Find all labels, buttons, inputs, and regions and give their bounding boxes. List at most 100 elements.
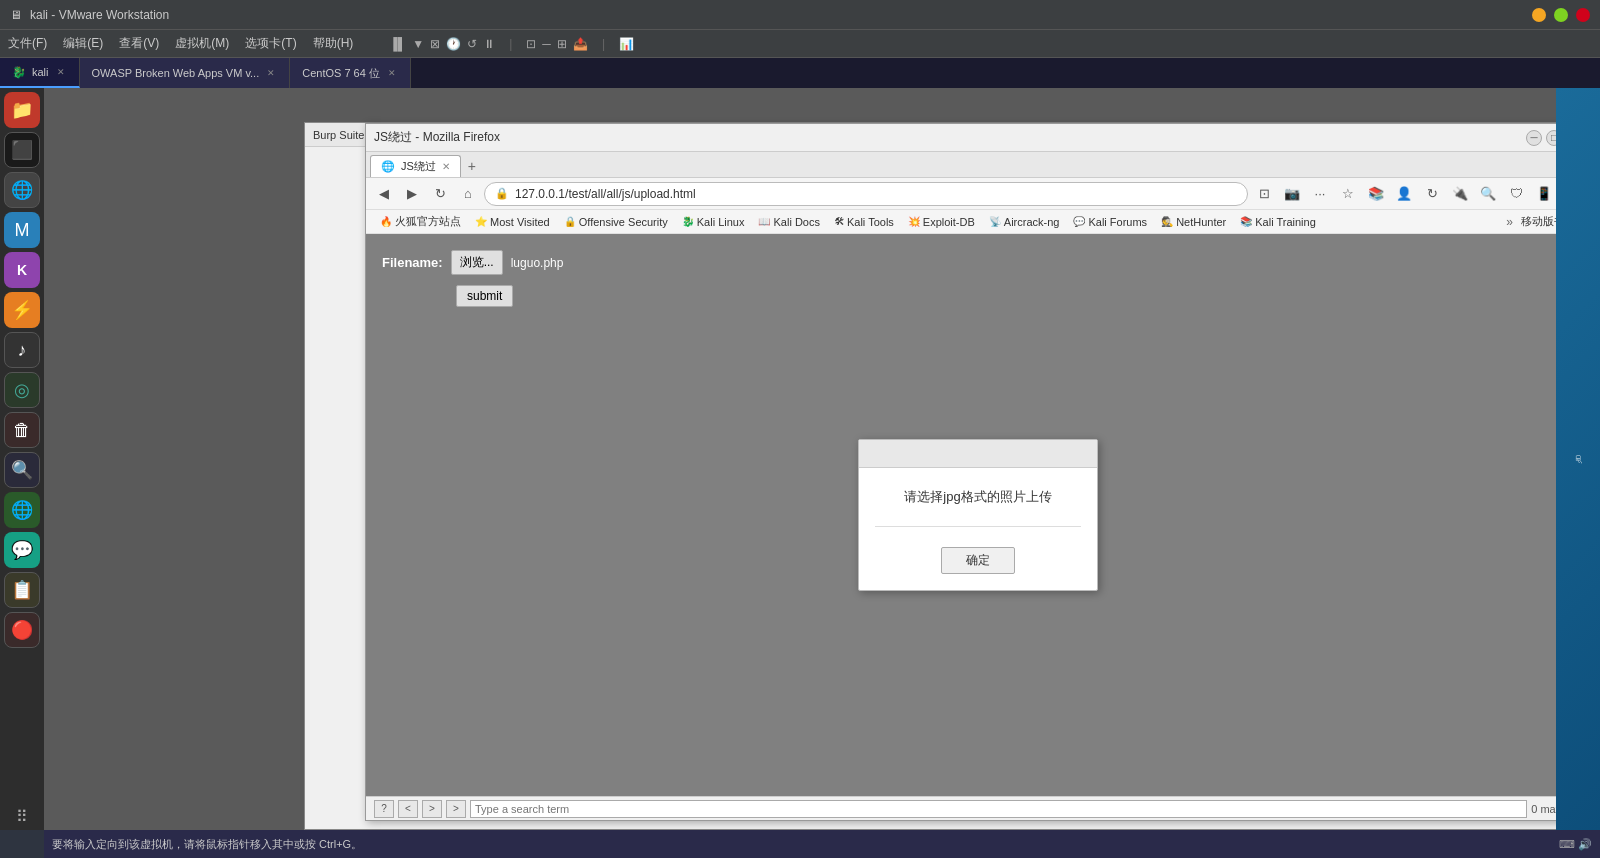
bookmark-training-icon: 📚 [1240, 216, 1252, 227]
toolbar-icon-9[interactable]: 📤 [573, 37, 588, 51]
toolbar-icon-7[interactable]: ─ [542, 37, 551, 51]
kali-tab-owasp[interactable]: OWASP Broken Web Apps VM v... ✕ [80, 58, 291, 88]
browse-button[interactable]: 浏览... [451, 250, 503, 275]
kali-tab-kali[interactable]: 🐉 kali ✕ [0, 58, 80, 88]
sidebar-files-icon[interactable]: 📁 [4, 92, 40, 128]
bookmark-firefox-home[interactable]: 🔥 火狐官方站点 [374, 212, 467, 231]
bookmark-forums-icon: 💬 [1073, 216, 1085, 227]
toolbar-icon-3[interactable]: 🕐 [446, 37, 461, 51]
bookmark-docs-icon: 📖 [758, 216, 770, 227]
vmware-maximize-button[interactable] [1554, 8, 1568, 22]
account-icon[interactable]: 👤 [1392, 182, 1416, 206]
vmware-menu-file[interactable]: 文件(F) [8, 35, 47, 52]
bookmark-kali-docs-label: Kali Docs [773, 216, 819, 228]
alert-dialog: 请选择jpg格式的照片上传 确定 [858, 439, 1098, 591]
sidebar-mail-icon[interactable]: M [4, 212, 40, 248]
search-next-button[interactable]: > [422, 800, 442, 818]
upload-page: Filename: 浏览... luguo.php submit [366, 234, 1590, 323]
kali-tab-owasp-close[interactable]: ✕ [265, 67, 277, 79]
sidebar-dots[interactable]: ⠿ [16, 807, 28, 826]
reload-button[interactable]: ↻ [428, 182, 452, 206]
bookmark-aircrack-icon: 📡 [989, 216, 1001, 227]
extension-icon[interactable]: 🔌 [1448, 182, 1472, 206]
status-message: 要将输入定向到该虚拟机，请将鼠标指针移入其中或按 Ctrl+G。 [52, 837, 362, 852]
firefox-tab-bar: 🌐 JS绕过 ✕ + [366, 152, 1590, 178]
vmware-menu-help[interactable]: 帮助(H) [313, 35, 354, 52]
toolbar-icon-8[interactable]: ⊞ [557, 37, 567, 51]
new-tab-button[interactable]: + [461, 155, 483, 177]
nav-more-button[interactable]: ··· [1308, 182, 1332, 206]
toolbar-icon-4[interactable]: ↺ [467, 37, 477, 51]
forward-button[interactable]: ▶ [400, 182, 424, 206]
toolbar-icon-6[interactable]: ⊡ [526, 37, 536, 51]
bookmark-star[interactable]: ☆ [1336, 182, 1360, 206]
kali-tab-close[interactable]: ✕ [55, 66, 67, 78]
bookmark-aircrack[interactable]: 📡 Aircrack-ng [983, 214, 1066, 230]
sidebar-kali-icon[interactable]: K [4, 252, 40, 288]
sidebar-chat-icon[interactable]: 💬 [4, 532, 40, 568]
bookmark-nethunter[interactable]: 🕵 NetHunter [1155, 214, 1232, 230]
zoom-icon[interactable]: 🔍 [1476, 182, 1500, 206]
toolbar-icon-1[interactable]: ▐▌ [389, 37, 406, 51]
bookmark-most-visited[interactable]: ⭐ Most Visited [469, 214, 556, 230]
vmware-menu-tabs[interactable]: 选项卡(T) [245, 35, 296, 52]
library-icon[interactable]: 📚 [1364, 182, 1388, 206]
vmware-menu-vm[interactable]: 虚拟机(M) [175, 35, 229, 52]
kali-tabs: 🐉 kali ✕ OWASP Broken Web Apps VM v... ✕… [0, 58, 1600, 88]
home-button[interactable]: ⌂ [456, 182, 480, 206]
screenshot-icon[interactable]: 📷 [1280, 182, 1304, 206]
sidebar-green-icon[interactable]: 🌐 [4, 492, 40, 528]
bookmark-kali-forums[interactable]: 💬 Kali Forums [1067, 214, 1153, 230]
sidebar-search-icon[interactable]: 🔍 [4, 452, 40, 488]
reader-mode-icon[interactable]: ⊡ [1252, 182, 1276, 206]
bookmark-kali-linux[interactable]: 🐉 Kali Linux [676, 214, 751, 230]
toolbar-icon-2[interactable]: ⊠ [430, 37, 440, 51]
bookmark-nethunter-icon: 🕵 [1161, 216, 1173, 227]
vmware-menu-edit[interactable]: 编辑(E) [63, 35, 103, 52]
vmware-minimize-button[interactable] [1532, 8, 1546, 22]
toolbar-icon-5[interactable]: ⏸ [483, 37, 495, 51]
sidebar-browser-icon[interactable]: 🌐 [4, 172, 40, 208]
bookmarks-more[interactable]: » [1506, 215, 1513, 229]
sidebar-trash-icon[interactable]: 🗑 [4, 412, 40, 448]
search-input[interactable] [470, 800, 1527, 818]
tab-label: JS绕过 [401, 159, 436, 174]
search-help-button[interactable]: ? [374, 800, 394, 818]
sidebar-metasploit-icon[interactable]: ⚡ [4, 292, 40, 328]
sidebar-terminal-icon[interactable]: ⬛ [4, 132, 40, 168]
alert-ok-button[interactable]: 确定 [941, 547, 1015, 574]
kali-tab-centos-close[interactable]: ✕ [386, 67, 398, 79]
sync-icon[interactable]: ↻ [1420, 182, 1444, 206]
mobile-icon[interactable]: 📱 [1532, 182, 1556, 206]
search-prev-button[interactable]: < [398, 800, 418, 818]
bookmark-exploit-label: Exploit-DB [923, 216, 975, 228]
sidebar-extra-icon[interactable]: 🔴 [4, 612, 40, 648]
bookmark-kali-tools-label: Kali Tools [847, 216, 894, 228]
vmware-titlebar: 🖥 kali - VMware Workstation [0, 0, 1600, 30]
bookmark-kali-tools[interactable]: 🛠 Kali Tools [828, 214, 900, 230]
bookmark-forums-label: Kali Forums [1088, 216, 1147, 228]
vmware-menu-view[interactable]: 查看(V) [119, 35, 159, 52]
tab-close-button[interactable]: ✕ [442, 161, 450, 172]
sidebar-notes-icon[interactable]: 📋 [4, 572, 40, 608]
sidebar-radare-icon[interactable]: ◎ [4, 372, 40, 408]
sidebar-music-icon[interactable]: ♪ [4, 332, 40, 368]
kali-sidebar: 📁 ⬛ 🌐 M K ⚡ ♪ ◎ 🗑 🔍 🌐 💬 📋 🔴 ⠿ [0, 88, 44, 830]
kali-tab-centos-label: CentOS 7 64 位 [302, 66, 380, 81]
kali-tab-centos[interactable]: CentOS 7 64 位 ✕ [290, 58, 411, 88]
shield-icon[interactable]: 🛡 [1504, 182, 1528, 206]
search-last-button[interactable]: > [446, 800, 466, 818]
bookmark-kali-docs[interactable]: 📖 Kali Docs [752, 214, 825, 230]
toolbar-dropdown[interactable]: ▼ [412, 37, 424, 51]
bookmark-exploit-db[interactable]: 💥 Exploit-DB [902, 214, 981, 230]
bookmark-offensive-security[interactable]: 🔒 Offensive Security [558, 214, 674, 230]
submit-button[interactable]: submit [456, 285, 513, 307]
address-bar[interactable]: 🔒 127.0.0.1/test/all/all/js/upload.html [484, 182, 1248, 206]
alert-message: 请选择jpg格式的照片上传 [904, 488, 1051, 506]
bookmark-kali-training[interactable]: 📚 Kali Training [1234, 214, 1322, 230]
firefox-tab-js[interactable]: 🌐 JS绕过 ✕ [370, 155, 461, 177]
back-button[interactable]: ◀ [372, 182, 396, 206]
vmware-close-button[interactable] [1576, 8, 1590, 22]
toolbar-icon-10[interactable]: 📊 [619, 37, 634, 51]
kali-taskbar: 🐉 kali ✕ OWASP Broken Web Apps VM v... ✕… [0, 58, 1600, 88]
